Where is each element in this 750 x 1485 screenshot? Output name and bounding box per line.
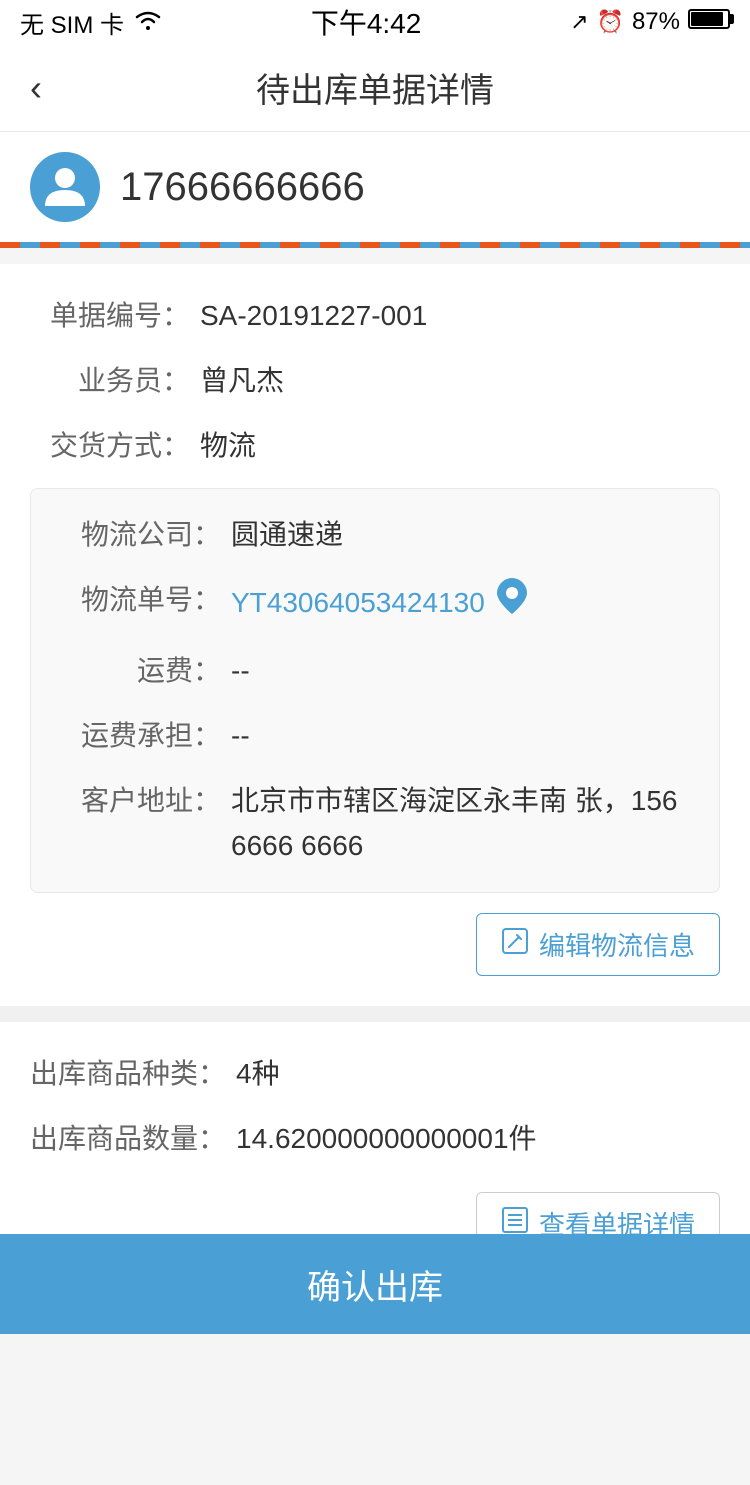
location-status-icon: ↗ <box>570 9 588 35</box>
logistics-section: 物流公司： 圆通速递 物流单号： YT43064053424130 运费： --… <box>30 488 720 893</box>
goods-quantity-value: 14.620000000000001件 <box>226 1117 720 1162</box>
delivery-label: 交货方式： <box>30 424 190 469</box>
edit-logistics-label: 编辑物流信息 <box>539 926 695 963</box>
address-label: 客户地址： <box>61 779 221 824</box>
delivery-row: 交货方式： 物流 <box>30 424 720 469</box>
logistics-company-value: 圆通速递 <box>221 513 689 558</box>
freight-value: -- <box>221 649 689 694</box>
salesman-row: 业务员： 曾凡杰 <box>30 359 720 404</box>
confirm-button-label: 确认出库 <box>307 1260 443 1309</box>
carrier-text: 无 SIM 卡 <box>20 5 124 40</box>
page-title: 待出库单据详情 <box>256 63 494 112</box>
battery-icon <box>688 8 730 36</box>
battery-percent: 87% <box>632 8 680 36</box>
customer-phone: 17666666666 <box>120 165 365 210</box>
logistics-company-row: 物流公司： 圆通速递 <box>61 513 689 558</box>
address-value: 北京市市辖区海淀区永丰南 张，156 6666 6666 <box>221 779 689 869</box>
logistics-company-label: 物流公司： <box>61 513 221 558</box>
status-bar: 无 SIM 卡 下午4:42 ↗ ⏰ 87% <box>0 0 750 44</box>
wifi-icon <box>134 8 162 37</box>
gray-separator <box>0 1006 750 1022</box>
freight-bearer-row: 运费承担： -- <box>61 714 689 759</box>
map-pin-icon[interactable] <box>497 578 527 629</box>
status-time: 下午4:42 <box>311 2 422 42</box>
goods-types-value: 4种 <box>226 1052 720 1097</box>
status-right: ↗ ⏰ 87% <box>570 8 730 36</box>
order-info-section: 单据编号： SA-20191227-001 业务员： 曾凡杰 交货方式： 物流 … <box>0 264 750 1006</box>
goods-types-row: 出库商品种类： 4种 <box>30 1052 720 1097</box>
alarm-icon: ⏰ <box>597 9 624 35</box>
person-icon <box>40 162 90 212</box>
freight-row: 运费： -- <box>61 649 689 694</box>
edit-logistics-button[interactable]: 编辑物流信息 <box>476 913 720 976</box>
logistics-tracking-label: 物流单号： <box>61 578 221 623</box>
customer-header: 17666666666 <box>0 132 750 242</box>
delivery-value: 物流 <box>190 424 720 469</box>
nav-bar: ‹ 待出库单据详情 <box>0 44 750 132</box>
goods-quantity-label: 出库商品数量： <box>30 1117 226 1162</box>
freight-label: 运费： <box>61 649 221 694</box>
order-no-label: 单据编号： <box>30 294 190 339</box>
salesman-label: 业务员： <box>30 359 190 404</box>
freight-bearer-value: -- <box>221 714 689 759</box>
salesman-value: 曾凡杰 <box>190 359 720 404</box>
order-no-value: SA-20191227-001 <box>190 294 720 339</box>
logistics-tracking-row: 物流单号： YT43064053424130 <box>61 578 689 629</box>
edit-icon <box>501 927 529 962</box>
edit-logistics-container: 编辑物流信息 <box>30 913 720 976</box>
order-no-row: 单据编号： SA-20191227-001 <box>30 294 720 339</box>
dashed-divider <box>0 242 750 248</box>
goods-quantity-row: 出库商品数量： 14.620000000000001件 <box>30 1117 720 1162</box>
freight-bearer-label: 运费承担： <box>61 714 221 759</box>
status-left: 无 SIM 卡 <box>20 5 162 40</box>
address-row: 客户地址： 北京市市辖区海淀区永丰南 张，156 6666 6666 <box>61 779 689 869</box>
logistics-tracking-value: YT43064053424130 <box>221 578 689 629</box>
back-button[interactable]: ‹ <box>30 67 42 109</box>
confirm-button[interactable]: 确认出库 <box>0 1234 750 1334</box>
goods-types-label: 出库商品种类： <box>30 1052 226 1097</box>
avatar <box>30 152 100 222</box>
